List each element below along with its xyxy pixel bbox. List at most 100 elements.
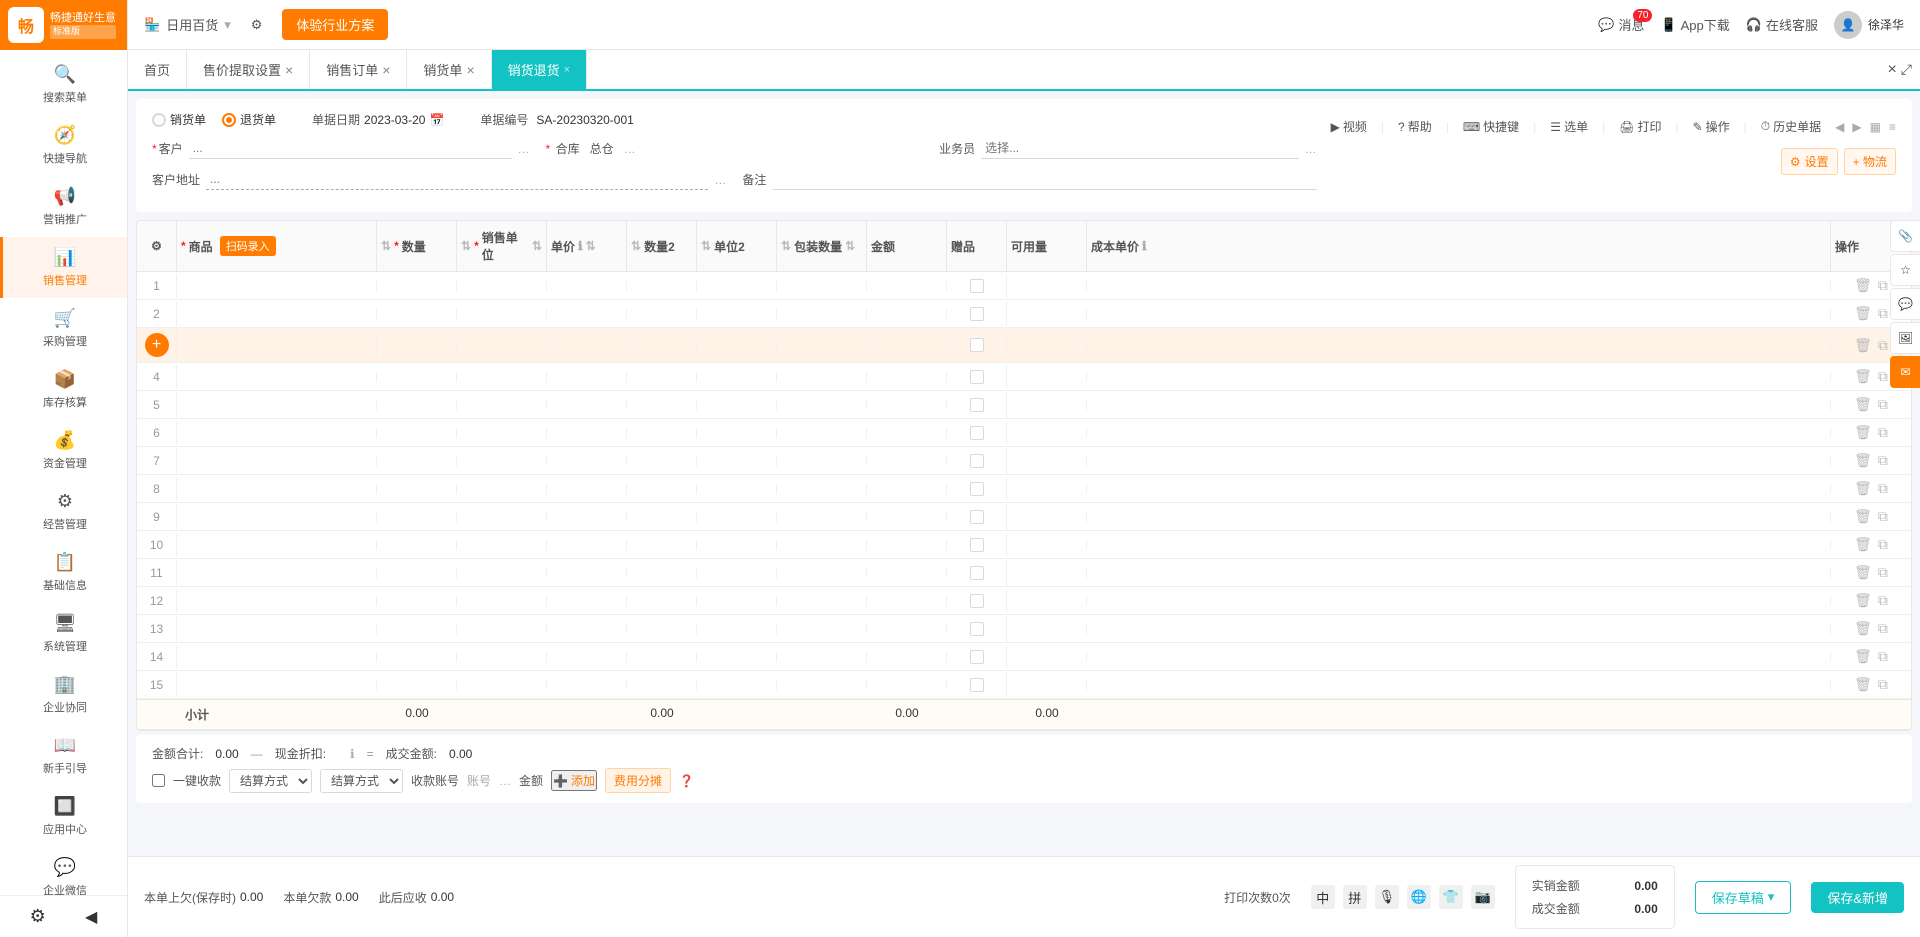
save-new-btn[interactable]: 保存&新增 <box>1811 882 1904 913</box>
td-gift[interactable] <box>947 333 1007 357</box>
delete-row-icon[interactable]: 🗑 <box>1854 368 1872 385</box>
th-settings[interactable]: ⚙ <box>137 221 177 271</box>
td-product[interactable] <box>177 309 377 319</box>
topbar-service[interactable]: 🎧 在线客服 <box>1746 15 1818 34</box>
calc-method-select[interactable]: 结算方式 <box>320 769 403 793</box>
delete-row-icon[interactable]: 🗑 <box>1854 480 1872 497</box>
address-more-icon[interactable]: … <box>714 173 726 187</box>
td-product[interactable] <box>177 680 377 690</box>
td-product[interactable] <box>177 484 377 494</box>
gift-checkbox[interactable] <box>970 307 984 321</box>
gift-checkbox[interactable] <box>970 538 984 552</box>
td-gift[interactable] <box>947 505 1007 529</box>
gift-checkbox[interactable] <box>970 678 984 692</box>
settle-method-select[interactable]: 结算方式 <box>229 769 312 793</box>
td-product[interactable] <box>177 281 377 291</box>
sidebar-item-sales[interactable]: 📊 销售管理 <box>0 237 127 298</box>
td-product[interactable] <box>177 428 377 438</box>
delete-row-icon[interactable]: 🗑 <box>1854 396 1872 413</box>
right-panel-btn-2[interactable]: ☆ <box>1890 254 1920 286</box>
product-input[interactable] <box>181 338 372 352</box>
copy-row-icon[interactable]: ⧉ <box>1878 277 1888 294</box>
copy-row-icon[interactable]: ⧉ <box>1878 508 1888 525</box>
copy-row-icon[interactable]: ⧉ <box>1878 536 1888 553</box>
toolbar-keyboard[interactable]: ⌨ 快捷键 <box>1457 115 1525 138</box>
td-product[interactable] <box>177 652 377 662</box>
td-product[interactable] <box>177 333 377 357</box>
sidebar-item-ops[interactable]: ⚙ 经营管理 <box>0 481 127 542</box>
sidebar-item-apps[interactable]: 🔲 应用中心 <box>0 786 127 847</box>
sidebar-item-system[interactable]: 🖥 系统管理 <box>0 603 127 664</box>
delete-row-icon[interactable]: 🗑 <box>1854 508 1872 525</box>
td-gift[interactable] <box>947 477 1007 501</box>
copy-row-icon[interactable]: ⧉ <box>1878 368 1888 385</box>
close-sales-order-tab[interactable] <box>382 62 390 78</box>
td-gift[interactable] <box>947 589 1007 613</box>
topbar-daily-goods[interactable]: 🏪 日用百货 ▾ <box>144 15 231 34</box>
delete-row-icon[interactable]: 🗑 <box>1854 536 1872 553</box>
sidebar-item-promo[interactable]: 📢 营销推广 <box>0 176 127 237</box>
td-gift[interactable] <box>947 421 1007 445</box>
td-gift[interactable] <box>947 533 1007 557</box>
td-gift[interactable] <box>947 302 1007 326</box>
right-panel-btn-1[interactable]: 📎 <box>1890 220 1920 252</box>
gift-checkbox[interactable] <box>970 622 984 636</box>
logistics-btn[interactable]: + 物流 <box>1844 148 1896 175</box>
view-grid-icon[interactable]: ▦ <box>1870 120 1881 134</box>
customer-input[interactable] <box>189 138 512 159</box>
td-gift[interactable] <box>947 645 1007 669</box>
delete-row-icon[interactable]: 🗑 <box>1854 564 1872 581</box>
delete-row-icon[interactable]: 🗑 <box>1854 620 1872 637</box>
taskbar-icon-1[interactable]: 中 <box>1311 885 1335 909</box>
taskbar-icon-2[interactable]: 拼 <box>1343 885 1367 909</box>
toolbar-history[interactable]: ⏱ 历史单据 <box>1755 115 1827 138</box>
topbar-settings-btn[interactable]: ⚙ <box>243 13 271 37</box>
toolbar-print[interactable]: 🖨 打印 <box>1613 115 1667 138</box>
td-gift[interactable] <box>947 617 1007 641</box>
taskbar-icon-3[interactable]: 🎙 <box>1375 885 1399 909</box>
exp-btn[interactable]: 体验行业方案 <box>282 9 388 40</box>
td-product[interactable] <box>177 512 377 522</box>
gift-checkbox[interactable] <box>970 650 984 664</box>
radio-sales-delivery[interactable]: 销货单 <box>152 111 206 128</box>
address-input[interactable] <box>206 169 708 190</box>
delete-row-icon[interactable]: 🗑 <box>1854 592 1872 609</box>
delete-row-icon[interactable]: 🗑 <box>1854 452 1872 469</box>
td-gift[interactable] <box>947 449 1007 473</box>
topbar-app-download[interactable]: 📱 App下载 <box>1660 15 1729 34</box>
radio-sales-return[interactable]: 退货单 <box>222 111 276 128</box>
topbar-msg[interactable]: 💬 消息 70 <box>1598 15 1644 34</box>
td-gift[interactable] <box>947 365 1007 389</box>
delete-row-icon[interactable]: 🗑 <box>1854 277 1872 294</box>
sidebar-item-purchase[interactable]: 🛒 采购管理 <box>0 298 127 359</box>
td-gift[interactable] <box>947 673 1007 697</box>
copy-row-icon[interactable]: ⧉ <box>1878 648 1888 665</box>
prev-doc-icon[interactable]: ◀ <box>1835 120 1844 134</box>
td-product[interactable] <box>177 568 377 578</box>
close-price-settings-tab[interactable] <box>285 62 293 78</box>
gift-checkbox[interactable] <box>970 370 984 384</box>
tab-sales-return[interactable]: 销货退货 × <box>492 50 587 89</box>
sidebar-item-guide[interactable]: 📖 新手引导 <box>0 725 127 786</box>
tab-sales-order[interactable]: 销售订单 <box>310 50 407 89</box>
td-product[interactable] <box>177 596 377 606</box>
td-product[interactable] <box>177 456 377 466</box>
sidebar-item-base[interactable]: 📋 基础信息 <box>0 542 127 603</box>
close-sales-return-tab[interactable]: × <box>564 64 570 76</box>
td-gift[interactable] <box>947 393 1007 417</box>
td-product[interactable] <box>177 540 377 550</box>
right-panel-btn-3[interactable]: 💬 <box>1890 288 1920 320</box>
toolbar-select[interactable]: ☰ 选单 <box>1544 115 1594 138</box>
delete-row-icon[interactable]: 🗑 <box>1854 337 1872 354</box>
delete-row-icon[interactable]: 🗑 <box>1854 676 1872 693</box>
settings-btn[interactable]: ⚙ 设置 <box>1781 148 1838 175</box>
add-row-btn[interactable]: + <box>145 333 169 357</box>
copy-row-icon[interactable]: ⧉ <box>1878 564 1888 581</box>
tab-sales-delivery[interactable]: 销货单 <box>407 50 491 89</box>
copy-row-icon[interactable]: ⧉ <box>1878 676 1888 693</box>
warehouse-more-icon[interactable]: … <box>624 142 636 156</box>
td-gift[interactable] <box>947 561 1007 585</box>
td-product[interactable] <box>177 400 377 410</box>
taskbar-icon-4[interactable]: 🌐 <box>1407 885 1431 909</box>
copy-row-icon[interactable]: ⧉ <box>1878 480 1888 497</box>
